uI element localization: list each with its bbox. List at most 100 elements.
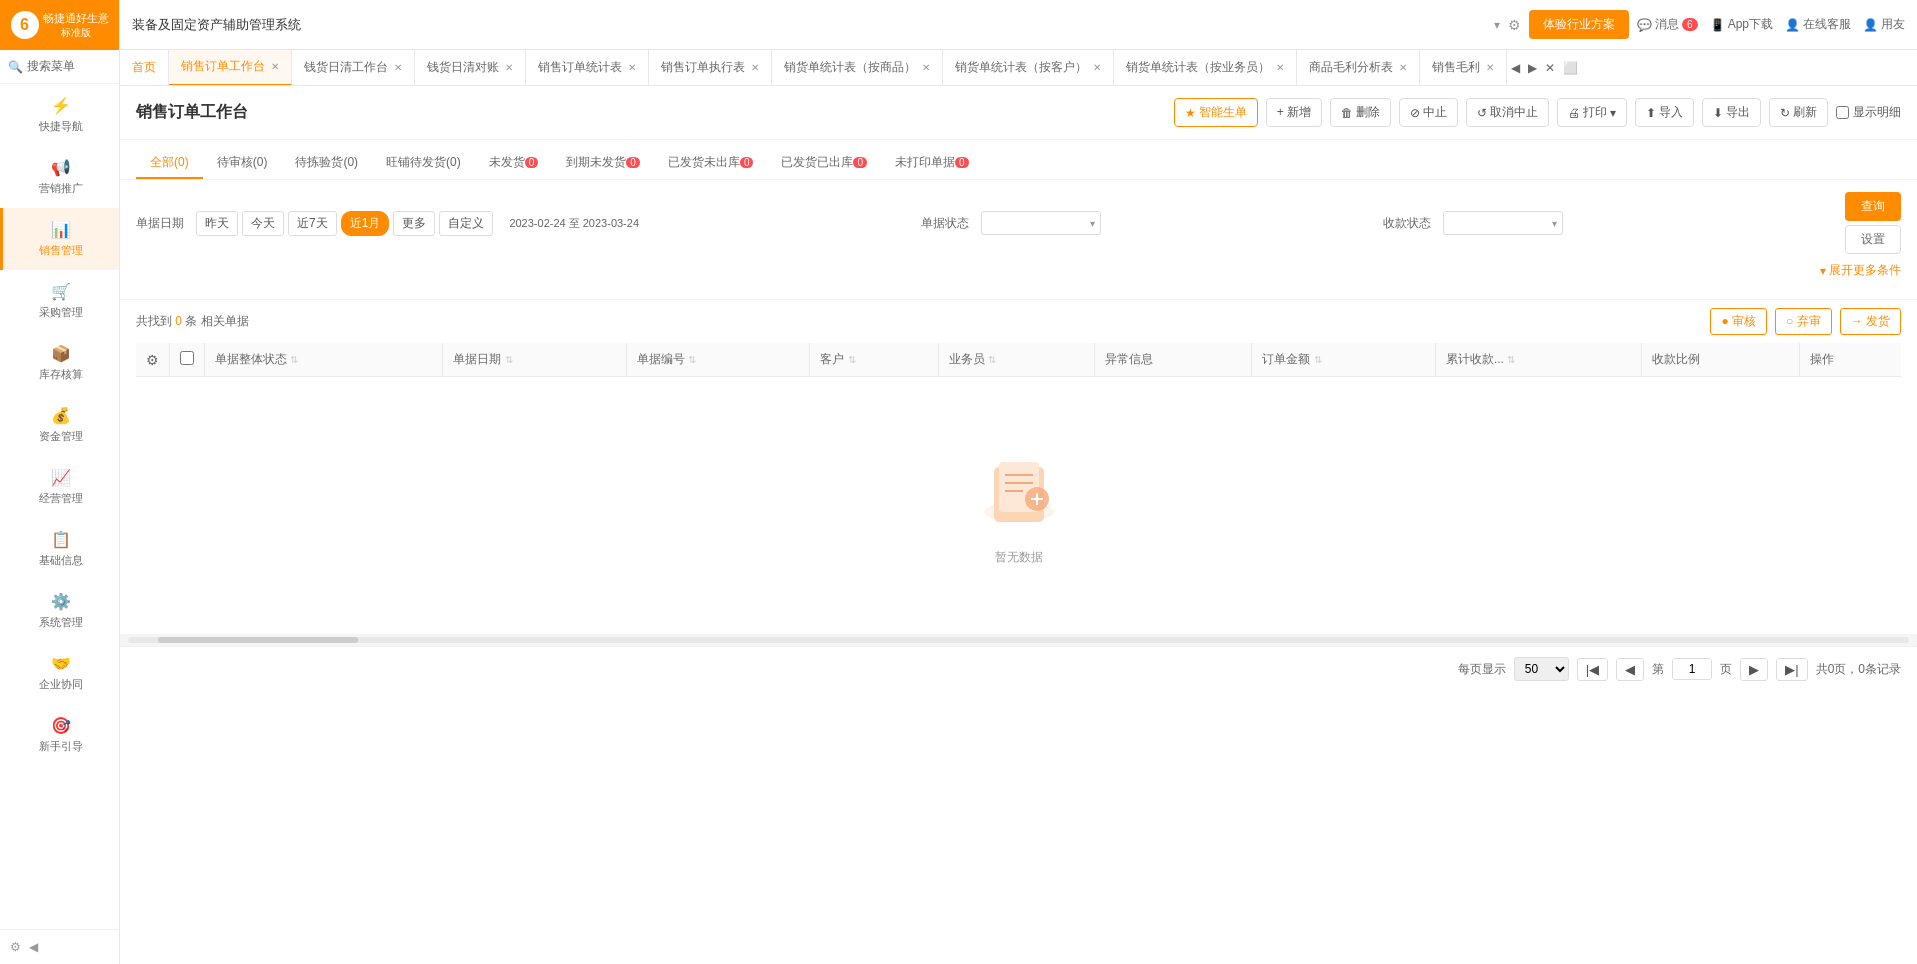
th-number[interactable]: 单据编号 ⇅ — [626, 343, 809, 377]
select-all-checkbox[interactable] — [180, 351, 194, 365]
filter-row-1: 单据日期 昨天 今天 近7天 近1月 更多 自定义 2023-02-24 至 2… — [136, 192, 1901, 254]
th-staff[interactable]: 业务员 ⇅ — [938, 343, 1094, 377]
th-status[interactable]: 单据整体状态 ⇅ — [205, 343, 443, 377]
page-last-btn[interactable]: ▶| — [1776, 658, 1807, 681]
page-prev-btn[interactable]: ◀ — [1616, 658, 1644, 681]
tab-close-sales-by-staff[interactable]: ✕ — [1276, 62, 1284, 73]
collapse-icon[interactable]: ◀ — [29, 940, 38, 954]
date-custom-btn[interactable]: 自定义 — [439, 211, 493, 236]
settings-icon[interactable]: ⚙ — [10, 940, 21, 954]
tab-close-order-exec[interactable]: ✕ — [751, 62, 759, 73]
tab-sales-by-customer[interactable]: 销货单统计表（按客户） ✕ — [943, 50, 1114, 86]
status-select[interactable] — [981, 211, 1101, 235]
import-btn[interactable]: ⬆ 导入 — [1635, 98, 1694, 127]
cancel-stop-btn[interactable]: ↺ 取消中止 — [1466, 98, 1549, 127]
per-page-select[interactable]: 50 10 20 100 — [1514, 657, 1569, 681]
tab-close-sales-by-customer[interactable]: ✕ — [1093, 62, 1101, 73]
sidebar-item-baseinfo[interactable]: 📋 基础信息 — [0, 518, 119, 580]
scroll-track[interactable] — [128, 637, 1909, 643]
tab-nav-next[interactable]: ▶ — [1524, 61, 1541, 75]
page-first-btn[interactable]: |◀ — [1577, 658, 1608, 681]
sidebar-item-sales[interactable]: 📊 销售管理 — [0, 208, 119, 270]
sidebar-item-system[interactable]: ⚙️ 系统管理 — [0, 580, 119, 642]
dropdown-icon[interactable]: ▾ — [1494, 18, 1500, 32]
delete-btn[interactable]: 🗑 删除 — [1330, 98, 1391, 127]
sidebar-item-guide[interactable]: 🎯 新手引导 — [0, 704, 119, 766]
set-btn[interactable]: 设置 — [1845, 225, 1901, 254]
column-settings-icon[interactable]: ⚙ — [146, 352, 159, 368]
tab-order-stats[interactable]: 销售订单统计表 ✕ — [526, 50, 649, 86]
online-service-btn[interactable]: 👤 在线客服 — [1785, 16, 1851, 33]
user-btn[interactable]: 👤 用友 — [1863, 16, 1905, 33]
expand-filter-btn[interactable]: ▾ 展开更多条件 — [1820, 262, 1901, 279]
date-today-btn[interactable]: 今天 — [242, 211, 284, 236]
message-btn[interactable]: 💬 消息 6 — [1637, 16, 1698, 33]
subtab-wangpu-ship[interactable]: 旺铺待发货(0) — [372, 148, 475, 179]
subtab-shipped-out[interactable]: 已发货已出库0 — [767, 148, 881, 179]
query-btn[interactable]: 查询 — [1845, 192, 1901, 221]
sidebar-item-marketing[interactable]: 📢 营销推广 — [0, 146, 119, 208]
subtab-not-printed[interactable]: 未打印单据0 — [881, 148, 983, 179]
tab-order-exec[interactable]: 销售订单执行表 ✕ — [649, 50, 772, 86]
stop-btn[interactable]: ⊘ 中止 — [1399, 98, 1458, 127]
subtab-shipped-not-out[interactable]: 已发货未出库0 — [654, 148, 768, 179]
show-detail-checkbox[interactable] — [1836, 106, 1849, 119]
tab-close-sales-margin[interactable]: ✕ — [1486, 62, 1494, 73]
th-date[interactable]: 单据日期 ⇅ — [443, 343, 626, 377]
tab-close-reconcile[interactable]: ✕ — [505, 62, 513, 73]
audit-btn[interactable]: ● 审核 — [1710, 308, 1767, 335]
show-detail-label[interactable]: 显示明细 — [1836, 104, 1901, 121]
tab-sales-margin[interactable]: 销售毛利 ✕ — [1420, 50, 1507, 86]
sidebar-item-collab[interactable]: 🤝 企业协同 — [0, 642, 119, 704]
date-1month-btn[interactable]: 近1月 — [341, 211, 390, 236]
tab-close-order-stats[interactable]: ✕ — [628, 62, 636, 73]
new-btn[interactable]: + 新增 — [1266, 98, 1322, 127]
refresh-btn[interactable]: ↻ 刷新 — [1769, 98, 1828, 127]
page-input[interactable] — [1672, 658, 1712, 680]
tab-daily-clear[interactable]: 钱货日清工作台 ✕ — [292, 50, 415, 86]
tab-close-margin-analysis[interactable]: ✕ — [1399, 62, 1407, 73]
sidebar-item-purchase[interactable]: 🛒 采购管理 — [0, 270, 119, 332]
th-collected[interactable]: 累计收款... ⇅ — [1435, 343, 1641, 377]
tab-close-daily-clear[interactable]: ✕ — [394, 62, 402, 73]
tab-close-sales-workbench[interactable]: ✕ — [271, 61, 279, 72]
tab-sales-by-staff[interactable]: 销货单统计表（按业务员） ✕ — [1114, 50, 1297, 86]
tab-sales-by-product[interactable]: 销货单统计表（按商品） ✕ — [772, 50, 943, 86]
subtab-pending-audit[interactable]: 待审核(0) — [203, 148, 282, 179]
cancel-audit-btn[interactable]: ○ 弃审 — [1775, 308, 1832, 335]
subtab-not-shipped[interactable]: 未发货0 — [475, 148, 553, 179]
horizontal-scrollbar[interactable] — [120, 634, 1917, 646]
tab-nav-prev[interactable]: ◀ — [1507, 61, 1524, 75]
settings-gear-icon[interactable]: ⚙ — [1508, 17, 1521, 33]
tab-close-sales-by-product[interactable]: ✕ — [922, 62, 930, 73]
page-next-btn[interactable]: ▶ — [1740, 658, 1768, 681]
date-7days-btn[interactable]: 近7天 — [288, 211, 337, 236]
sidebar-item-quicknav[interactable]: ⚡ 快捷导航 — [0, 84, 119, 146]
tab-home[interactable]: 首页 — [120, 50, 169, 86]
print-btn[interactable]: 🖨 打印 ▾ — [1557, 98, 1627, 127]
th-settings[interactable]: ⚙ — [136, 343, 170, 377]
tab-sales-workbench[interactable]: 销售订单工作台 ✕ — [169, 50, 292, 86]
subtab-all[interactable]: 全部(0) — [136, 148, 203, 179]
date-yesterday-btn[interactable]: 昨天 — [196, 211, 238, 236]
scroll-thumb[interactable] — [158, 637, 358, 643]
payment-select[interactable] — [1443, 211, 1563, 235]
tab-maximize[interactable]: ⬜ — [1559, 61, 1582, 75]
date-more-btn[interactable]: 更多 — [393, 211, 435, 236]
sidebar-item-search[interactable]: 🔍 搜索菜单 — [0, 50, 119, 84]
sidebar-item-finance[interactable]: 💰 资金管理 — [0, 394, 119, 456]
app-download-btn[interactable]: 📱 App下载 — [1710, 16, 1773, 33]
th-customer[interactable]: 客户 ⇅ — [810, 343, 939, 377]
subtab-pending-inspect[interactable]: 待拣验货(0) — [281, 148, 372, 179]
tab-close-all[interactable]: ✕ — [1541, 61, 1559, 75]
th-amount[interactable]: 订单金额 ⇅ — [1252, 343, 1435, 377]
industry-btn[interactable]: 体验行业方案 — [1529, 10, 1629, 39]
tab-reconcile[interactable]: 钱货日清对账 ✕ — [415, 50, 526, 86]
tab-margin-analysis[interactable]: 商品毛利分析表 ✕ — [1297, 50, 1420, 86]
subtab-overdue-ship[interactable]: 到期未发货0 — [552, 148, 654, 179]
sidebar-item-inventory[interactable]: 📦 库存核算 — [0, 332, 119, 394]
sidebar-item-operation[interactable]: 📈 经营管理 — [0, 456, 119, 518]
export-btn[interactable]: ⬇ 导出 — [1702, 98, 1761, 127]
ship-btn[interactable]: → 发货 — [1840, 308, 1901, 335]
smart-create-btn[interactable]: ★ 智能生单 — [1174, 98, 1258, 127]
